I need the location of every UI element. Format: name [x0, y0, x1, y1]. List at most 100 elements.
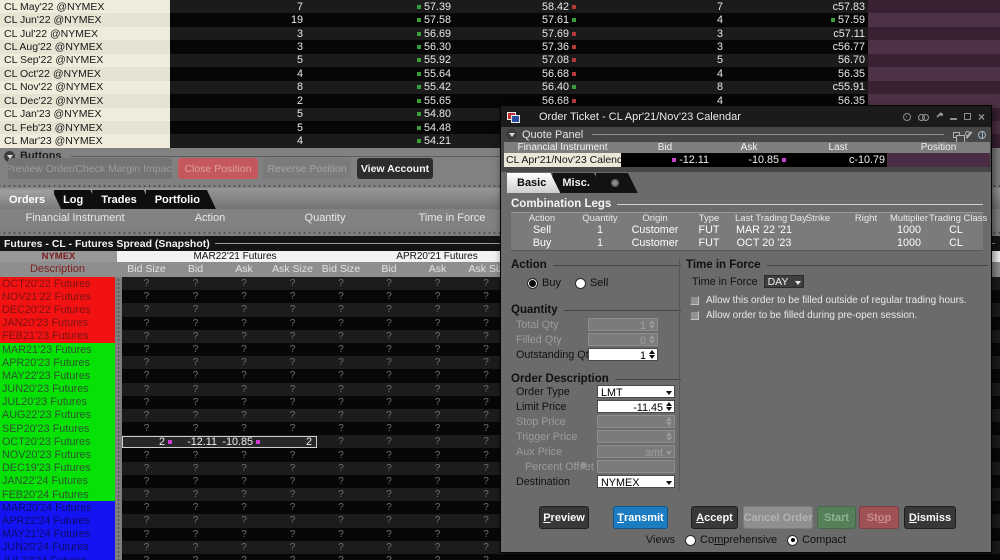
- position-row[interactable]: CL May'22 @NYMEX 7 57.39 58.42 7 c57.83: [0, 0, 1000, 14]
- dialog-titlebar[interactable]: Order Ticket - CL Apr'21/Nov'23 Calendar…: [501, 106, 991, 127]
- stop-button[interactable]: St o p: [859, 506, 899, 529]
- position-row[interactable]: CL Sep'22 @NYMEX 5 55.92 57.08 5 56.70: [0, 53, 1000, 68]
- cancel-order-button[interactable]: Cancel Order: [743, 506, 813, 529]
- spinner[interactable]: [664, 401, 673, 412]
- close-icon[interactable]: ×: [978, 111, 985, 123]
- tab-basic[interactable]: Basic: [507, 173, 560, 193]
- contract-label[interactable]: FEB21'23 Futures: [0, 329, 115, 343]
- quote-col-4[interactable]: Position: [887, 142, 990, 153]
- contract-label[interactable]: JUN20'24 Futures: [0, 540, 115, 554]
- percent-offset-radio[interactable]: [579, 461, 588, 470]
- outside-rth-option[interactable]: Allow this order to be filled outside of…: [690, 295, 967, 306]
- minimize-icon[interactable]: [949, 117, 957, 120]
- compact-radio[interactable]: [787, 534, 799, 546]
- quote-row[interactable]: CL Apr'21/Nov'23 Calendar ... -12.11 -10…: [504, 153, 990, 167]
- contract-label[interactable]: SEP20'23 Futures: [0, 422, 115, 436]
- spin-up-icon[interactable]: [665, 401, 672, 406]
- contract-label[interactable]: OCT20'22 Futures: [0, 277, 115, 291]
- position-row[interactable]: CL Nov'22 @NYMEX 8 55.42 56.40 8 c55.91: [0, 80, 1000, 95]
- preopen-checkbox[interactable]: [690, 311, 699, 320]
- spread-col-1[interactable]: Bid: [171, 263, 220, 275]
- buy-option[interactable]: Buy: [527, 277, 561, 289]
- spin-down-icon[interactable]: [648, 355, 655, 360]
- maximize-icon[interactable]: [963, 113, 971, 120]
- dismiss-button[interactable]: Dismiss: [904, 506, 956, 529]
- collapse-icon[interactable]: [506, 129, 517, 140]
- preopen-option[interactable]: Allow order to be filled during pre-open…: [690, 310, 917, 321]
- position-row[interactable]: CL Jul'22 @NYMEX 3 56.69 57.69 3 c57.11: [0, 26, 1000, 41]
- spinner[interactable]: [647, 349, 656, 360]
- contract-label[interactable]: MAR20'24 Futures: [0, 501, 115, 515]
- contract-label[interactable]: DEC20'22 Futures: [0, 303, 115, 317]
- contract-label[interactable]: NOV21'22 Futures: [0, 290, 115, 304]
- contract-label[interactable]: JUL22'24 Futures: [0, 553, 115, 560]
- sell-radio[interactable]: [574, 277, 586, 289]
- position-row[interactable]: CL Oct'22 @NYMEX 4 55.64 56.68 4 56.35: [0, 67, 1000, 81]
- preview-button[interactable]: Preview: [539, 506, 589, 529]
- contract-label[interactable]: JUN20'23 Futures: [0, 382, 115, 396]
- no-data-cell: ?: [434, 278, 441, 290]
- spread-col-5[interactable]: Bid: [365, 263, 413, 275]
- contract-label[interactable]: JUL20'23 Futures: [0, 395, 115, 409]
- spread-col-0[interactable]: Bid Size: [122, 263, 171, 275]
- layout-icon[interactable]: [953, 131, 965, 143]
- comprehensive-radio[interactable]: [685, 534, 697, 546]
- contract-label[interactable]: FEB20'24 Futures: [0, 488, 115, 502]
- contract-label[interactable]: MAR21'23 Futures: [0, 342, 115, 357]
- buy-radio[interactable]: [527, 277, 538, 289]
- active-quote-box[interactable]: 2 -12.11 -10.85 2: [122, 435, 317, 449]
- link-icon[interactable]: [917, 113, 929, 121]
- reverse-position-button[interactable]: Reverse Position: [263, 158, 351, 179]
- preview-order-button[interactable]: Preview Order/Check Margin Impact: [8, 158, 172, 179]
- position-row[interactable]: CL Aug'22 @NYMEX 3 56.30 57.36 3 c56.77: [0, 40, 1000, 54]
- spin-up-icon[interactable]: [648, 349, 655, 354]
- leg-row[interactable]: Sell 1 Customer FUT MAR 22 '21 1000 CL: [511, 224, 983, 237]
- vertical-scrollbar[interactable]: [115, 277, 122, 560]
- view-option-compact[interactable]: Compact: [787, 534, 846, 546]
- quote-col-1[interactable]: Bid: [621, 142, 709, 153]
- contract-label[interactable]: APR22'24 Futures: [0, 514, 115, 528]
- spread-col-4[interactable]: Bid Size: [317, 263, 365, 275]
- view-account-button[interactable]: View Account: [357, 158, 433, 179]
- transmit-button[interactable]: Transmit: [613, 506, 668, 529]
- no-data-cell: ?: [192, 475, 199, 487]
- globe-icon[interactable]: [978, 130, 986, 139]
- tools-icon[interactable]: [965, 130, 973, 139]
- contract-label[interactable]: MAY22'23 Futures: [0, 369, 115, 383]
- contract-label[interactable]: OCT20'23 Futures: [0, 435, 115, 449]
- contract-label[interactable]: DEC19'23 Futures: [0, 461, 115, 475]
- start-button[interactable]: Start: [817, 506, 856, 529]
- order-type-input[interactable]: LMT: [597, 385, 675, 399]
- tab-portfolio[interactable]: Portfolio: [146, 190, 216, 209]
- contract-label[interactable]: AUG22'23 Futures: [0, 408, 115, 423]
- contract-label[interactable]: JAN22'24 Futures: [0, 474, 115, 488]
- contract-label[interactable]: NOV20'23 Futures: [0, 448, 115, 462]
- quote-col-2[interactable]: Ask: [709, 142, 789, 153]
- accept-button[interactable]: Accept: [691, 506, 738, 529]
- settings-icon[interactable]: [902, 112, 911, 121]
- view-option-comprehensive[interactable]: Comprehensive: [685, 534, 777, 546]
- limit-price-input[interactable]: -11.45: [597, 400, 675, 414]
- spread-col-2[interactable]: Ask: [220, 263, 268, 275]
- destination-input[interactable]: NYMEX: [597, 475, 675, 489]
- contract-label[interactable]: APR20'23 Futures: [0, 356, 115, 370]
- contract-label[interactable]: MAY21'24 Futures: [0, 527, 115, 541]
- spread-col-3[interactable]: Ask Size: [268, 263, 317, 275]
- spin-down-icon[interactable]: [665, 407, 672, 412]
- outside-rth-checkbox[interactable]: [690, 296, 699, 305]
- quote-bid-cell: -12.11: [621, 153, 709, 167]
- position-row[interactable]: CL Jun'22 @NYMEX 19 57.58 57.61 4 57.59: [0, 13, 1000, 27]
- outstanding-qty-input[interactable]: 1: [588, 348, 658, 362]
- sell-option[interactable]: Sell: [574, 277, 608, 289]
- tif-dropdown[interactable]: DAY: [763, 275, 804, 288]
- spread-col-6[interactable]: Ask: [413, 263, 462, 275]
- leg-row[interactable]: Buy 1 Customer FUT OCT 20 '23 1000 CL: [511, 237, 983, 250]
- contract-label[interactable]: JAN20'23 Futures: [0, 316, 115, 330]
- quote-col-3[interactable]: Last: [789, 142, 887, 153]
- tab-orders[interactable]: Orders: [0, 190, 61, 209]
- close-position-button[interactable]: Close Position: [178, 158, 258, 179]
- quote-col-0[interactable]: Financial Instrument: [504, 142, 621, 153]
- spread-data-row[interactable]: ????????: [122, 553, 1000, 560]
- tab-trades[interactable]: Trades: [92, 190, 152, 209]
- pin-icon[interactable]: [935, 112, 943, 121]
